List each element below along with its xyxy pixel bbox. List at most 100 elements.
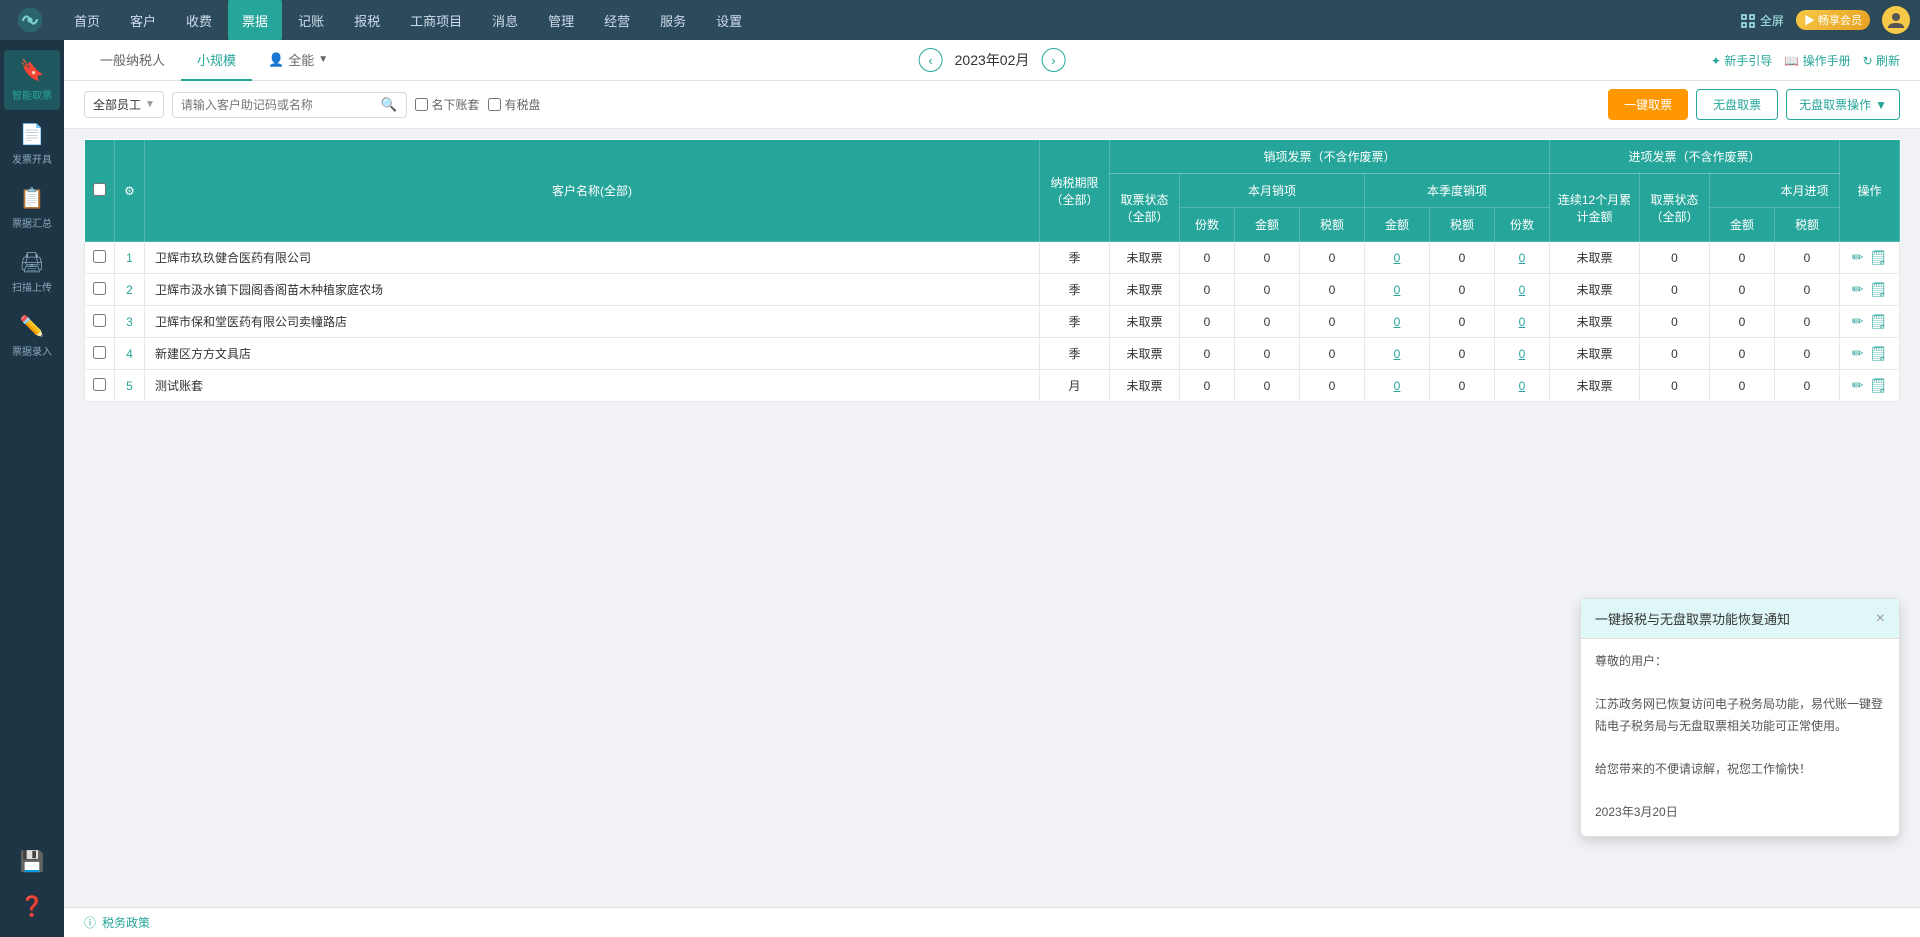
notification-close-button[interactable]: × (1876, 610, 1885, 628)
no-disk-fetch-button[interactable]: 无盘取票 (1696, 89, 1778, 120)
tab-general-taxpayer[interactable]: 一般纳税人 (84, 40, 181, 81)
row-xiao-shui: 0 (1300, 370, 1365, 402)
col-lei-ji-12: 连续12个月累计金额 (1550, 174, 1640, 242)
nav-accounting[interactable]: 记账 (284, 0, 338, 40)
row-xiao-jin: 0 (1235, 338, 1300, 370)
edit-icon[interactable]: ✏ (1852, 345, 1864, 362)
nav-fee[interactable]: 收费 (172, 0, 226, 40)
row-ji-shui: 0 (1430, 274, 1495, 306)
employee-filter-select[interactable]: 全部员工 ▼ (84, 91, 164, 118)
tab-small-scale[interactable]: 小规模 (181, 40, 252, 81)
one-key-fetch-button[interactable]: 一键取票 (1608, 89, 1688, 120)
search-input[interactable] (173, 93, 373, 117)
sidebar-item-help[interactable]: ❓ (4, 886, 60, 927)
notification-text: 尊敬的用户： 江苏政务网已恢复访问电子税务局功能，易代账一键登陆电子税务局与无盘… (1595, 651, 1885, 824)
edit-icon[interactable]: ✏ (1852, 377, 1864, 394)
nav-operation[interactable]: 经营 (590, 0, 644, 40)
invoice-open-icon: 📄 (20, 122, 45, 147)
sidebar-item-smart-ticket[interactable]: 🔖 智能取票 (4, 50, 60, 110)
under-accounts-checkbox[interactable] (415, 98, 428, 111)
sidebar-item-invoice-open[interactable]: 📄 发票开具 (4, 114, 60, 174)
detail-icon[interactable]: 🗒 (1869, 345, 1887, 362)
row-leiji-12: 0 (1495, 242, 1550, 274)
row-jin-jin: 0 (1710, 274, 1775, 306)
row-period: 月 (1040, 370, 1110, 402)
next-month-button[interactable]: › (1041, 48, 1065, 72)
row-jin-fen: 0 (1640, 306, 1710, 338)
nav-settings[interactable]: 设置 (702, 0, 756, 40)
row-checkbox-cell[interactable] (85, 274, 115, 306)
nav-manage[interactable]: 管理 (534, 0, 588, 40)
toolbar: 全部员工 ▼ 🔍 名下账套 有税盘 一键取票 无盘取票 无 (64, 81, 1920, 129)
nav-tax[interactable]: 报税 (340, 0, 394, 40)
sidebar-item-invoice-summary[interactable]: 📋 票据汇总 (4, 178, 60, 238)
col-tax-period: 纳税期限（全部） (1040, 140, 1110, 242)
table-row: 1 卫辉市玖玖健合医药有限公司 季 未取票 0 0 0 0 0 0 未取票 0 … (85, 242, 1900, 274)
sidebar-item-label: 扫描上传 (12, 279, 52, 294)
no-disk-ops-button[interactable]: 无盘取票操作 ▼ (1786, 89, 1900, 120)
new-guide-link[interactable]: ✦ 新手引导 (1711, 52, 1772, 69)
row-checkbox[interactable] (93, 346, 106, 359)
edit-icon[interactable]: ✏ (1852, 249, 1864, 266)
row-jin-shui: 0 (1775, 242, 1840, 274)
row-jin-fen: 0 (1640, 338, 1710, 370)
row-xiao-fen: 0 (1180, 370, 1235, 402)
row-jin-status: 未取票 (1550, 274, 1640, 306)
nav-invoice[interactable]: 票据 (228, 0, 282, 40)
row-xiao-jin: 0 (1235, 306, 1300, 338)
logo[interactable] (10, 0, 50, 40)
row-xiao-shui: 0 (1300, 242, 1365, 274)
row-checkbox-cell[interactable] (85, 370, 115, 402)
detail-icon[interactable]: 🗒 (1869, 377, 1887, 394)
row-no: 2 (115, 274, 145, 306)
row-checkbox[interactable] (93, 378, 106, 391)
user-avatar[interactable] (1882, 6, 1910, 34)
nav-business[interactable]: 工商项目 (396, 0, 476, 40)
sidebar-item-scan-upload[interactable]: 🖨 扫描上传 (4, 242, 60, 302)
search-button[interactable]: 🔍 (373, 93, 406, 117)
col-xiao-jin: 金额 (1235, 208, 1300, 242)
edit-icon[interactable]: ✏ (1852, 313, 1864, 330)
edit-icon[interactable]: ✏ (1852, 281, 1864, 298)
sidebar-item-invoice-entry[interactable]: ✏️ 票据录入 (4, 306, 60, 366)
row-checkbox-cell[interactable] (85, 242, 115, 274)
row-customer-name: 卫辉市汲水镇下园阁香阁苗木种植家庭农场 (145, 274, 1040, 306)
detail-icon[interactable]: 🗒 (1869, 249, 1887, 266)
manual-link[interactable]: 📖 操作手册 (1784, 52, 1850, 69)
col-jin-jin: 金额 (1710, 208, 1775, 242)
nav-customer[interactable]: 客户 (116, 0, 170, 40)
nav-message[interactable]: 消息 (478, 0, 532, 40)
detail-icon[interactable]: 🗒 (1869, 313, 1887, 330)
checkbox-has-disk[interactable]: 有税盘 (488, 96, 541, 113)
row-leiji-12: 0 (1495, 306, 1550, 338)
table-row: 5 测试账套 月 未取票 0 0 0 0 0 0 未取票 0 0 0 ✏ 🗒 (85, 370, 1900, 402)
refresh-link[interactable]: ↻ 刷新 (1863, 52, 1900, 69)
row-ji-shui: 0 (1430, 338, 1495, 370)
row-checkbox[interactable] (93, 314, 106, 327)
col-ji-jin: 金额 (1365, 208, 1430, 242)
fullscreen-btn[interactable]: 全屏 (1741, 12, 1784, 29)
prev-month-button[interactable]: ‹ (919, 48, 943, 72)
row-checkbox[interactable] (93, 250, 106, 263)
sidebar-item-download[interactable]: 💾 (4, 841, 60, 882)
vip-button[interactable]: ▶ 畅享会员 (1796, 10, 1870, 30)
has-disk-checkbox[interactable] (488, 98, 501, 111)
select-all-checkbox[interactable] (93, 183, 106, 196)
row-checkbox-cell[interactable] (85, 306, 115, 338)
checkbox-under-accounts[interactable]: 名下账套 (415, 96, 480, 113)
tab-all[interactable]: 👤 全能 ▼ (252, 40, 344, 81)
row-actions: ✏ 🗒 (1840, 274, 1900, 306)
detail-icon[interactable]: 🗒 (1869, 281, 1887, 298)
top-nav-right: 全屏 ▶ 畅享会员 (1741, 6, 1910, 34)
row-checkbox-cell[interactable] (85, 338, 115, 370)
row-ji-shui: 0 (1430, 370, 1495, 402)
row-checkbox[interactable] (93, 282, 106, 295)
nav-home[interactable]: 首页 (60, 0, 114, 40)
invoice-summary-icon: 📋 (20, 186, 45, 211)
tax-policy-link[interactable]: 税务政策 (102, 914, 150, 931)
sidebar-item-label: 票据汇总 (12, 215, 52, 230)
chevron-down-icon: ▼ (1875, 98, 1887, 112)
row-jin-jin: 0 (1710, 306, 1775, 338)
nav-service[interactable]: 服务 (646, 0, 700, 40)
settings-icon[interactable]: ⚙ (124, 184, 135, 198)
